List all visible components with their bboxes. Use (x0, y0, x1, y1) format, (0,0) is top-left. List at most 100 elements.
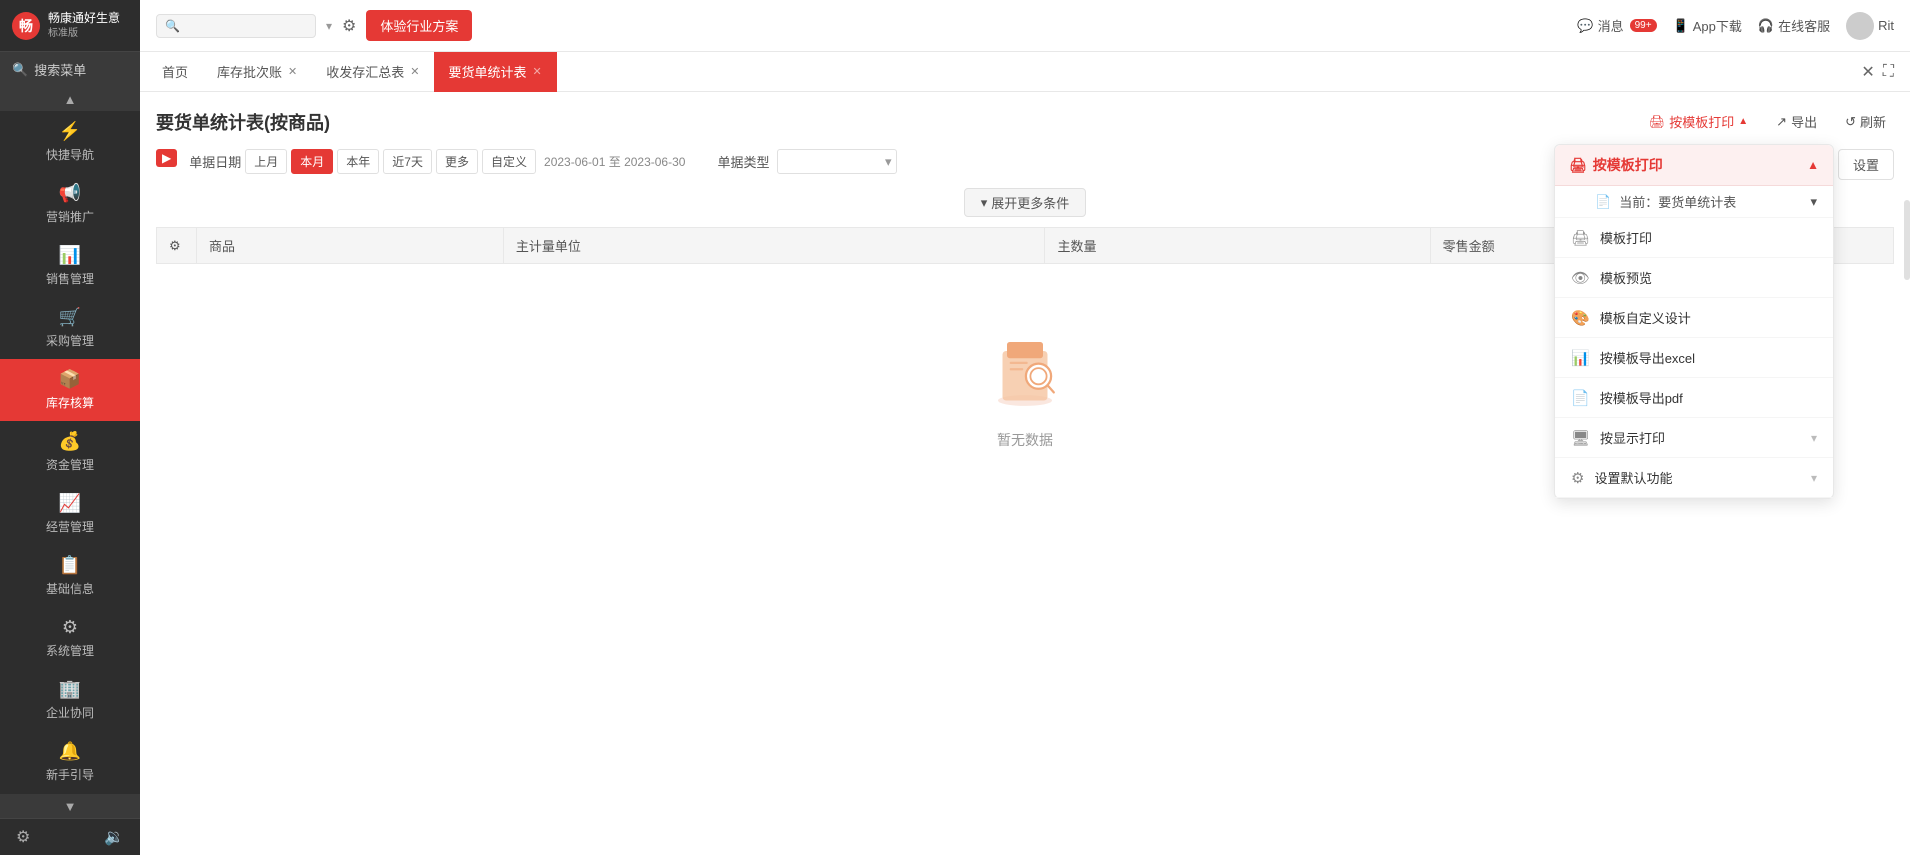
search-dropdown-btn[interactable]: ▾ (326, 19, 332, 33)
sidebar-item-sales[interactable]: 📊 销售管理 (0, 235, 140, 297)
default-icon: ⚙ (1571, 469, 1584, 487)
tab-home[interactable]: 首页 (148, 52, 203, 92)
sidebar-item-label: 资金管理 (46, 456, 94, 473)
print-dropdown-panel: 🖨 按模板打印 ▲ 📄 当前：要货单统计表 ▾ 🖨 (1554, 144, 1834, 499)
display-print-item[interactable]: 🖥 按显示打印 ▾ (1555, 418, 1833, 458)
page-actions: 🖨 按模板打印 ▲ ↗ 导出 ↺ 刷新 (1641, 108, 1894, 135)
col-header-quantity: 主数量 (1045, 228, 1430, 264)
sidebar-item-guide[interactable]: 🔔 新手引导 (0, 731, 140, 793)
sidebar-item-basics[interactable]: 📋 基础信息 (0, 545, 140, 607)
template-print-label: 模板打印 (1600, 228, 1652, 247)
page-title: 要货单统计表(按商品) (156, 109, 330, 135)
sidebar-item-shortcuts[interactable]: ⚡ 快捷导航 (0, 111, 140, 173)
set-default-label: 设置默认功能 (1594, 468, 1672, 487)
date-label: 单据日期 (189, 152, 241, 171)
date-last-7days-btn[interactable]: 近7天 (383, 149, 432, 174)
sidebar-scroll-down[interactable]: ▼ (0, 794, 140, 818)
template-preview-item[interactable]: 👁 模板预览 (1555, 258, 1833, 298)
service-icon: 🎧 (1758, 18, 1774, 34)
tab-receipt-summary[interactable]: 收发存汇总表 ✕ (312, 52, 434, 92)
date-custom-btn[interactable]: 自定义 (482, 149, 536, 174)
operations-icon: 📈 (59, 493, 81, 514)
scrollbar-indicator[interactable] (1904, 200, 1910, 280)
filter-expand-icon[interactable]: ▶ (156, 149, 177, 167)
topbar-right: 💬 消息 99+ 📱 App下载 🎧 在线客服 Rit (1577, 12, 1894, 40)
window-close-btn[interactable]: ✕ (1861, 62, 1874, 82)
search-menu-label: 搜索菜单 (34, 60, 86, 79)
display-print-label: 按显示打印 (1600, 428, 1665, 447)
print-btn[interactable]: 🖨 按模板打印 ▲ (1641, 108, 1756, 135)
sidebar-item-inventory[interactable]: 📦 库存核算 (0, 359, 140, 421)
trial-button[interactable]: 体验行业方案 (366, 10, 472, 41)
print-dropdown-collapse-btn[interactable]: ▲ (1807, 158, 1819, 172)
tab-order-stats[interactable]: 要货单统计表 ✕ (434, 52, 556, 92)
expand-icon: ▾ (981, 195, 988, 211)
notification-icon: 💬 (1577, 18, 1593, 34)
template-pdf-item[interactable]: 📄 按模板导出pdf (1555, 378, 1833, 418)
order-type-label: 单据类型 (717, 152, 769, 171)
caret-icon: ▾ (1810, 194, 1817, 210)
tab-close-btn[interactable]: ✕ (533, 65, 542, 78)
current-template-label: 当前：要货单统计表 (1619, 192, 1736, 211)
caret-icon: ▾ (1811, 431, 1817, 445)
window-expand-btn[interactable]: ⛶ (1883, 63, 1894, 81)
refresh-label: 刷新 (1860, 112, 1886, 131)
settings-button[interactable]: 设置 (1838, 149, 1894, 180)
sidebar-item-label: 销售管理 (46, 270, 94, 287)
download-icon: 📱 (1673, 18, 1689, 34)
expand-more-btn[interactable]: ▾ 展开更多条件 (964, 188, 1087, 217)
notification-btn[interactable]: 💬 消息 99+ (1577, 16, 1656, 35)
current-template-item[interactable]: 📄 当前：要货单统计表 ▾ (1555, 186, 1833, 218)
template-custom-item[interactable]: 🎨 模板自定义设计 (1555, 298, 1833, 338)
sidebar-scroll-up[interactable]: ▲ (0, 87, 140, 111)
refresh-icon: ↺ (1845, 114, 1856, 130)
date-this-year-btn[interactable]: 本年 (337, 149, 379, 174)
refresh-btn[interactable]: ↺ 刷新 (1837, 108, 1894, 135)
sidebar: 畅 畅康通好生意 标准版 🔍 搜索菜单 ▲ ⚡ 快捷导航 📢 营销推广 📊 销售… (0, 0, 140, 855)
main: 🔍 ▾ ⚙ 体验行业方案 💬 消息 99+ 📱 App下载 🎧 在线客服 Rit (140, 0, 1910, 855)
tab-label: 要货单统计表 (448, 62, 526, 81)
print-dropdown-title: 🖨 按模板打印 (1569, 155, 1663, 175)
template-excel-item[interactable]: 📊 按模板导出excel (1555, 338, 1833, 378)
online-service-btn[interactable]: 🎧 在线客服 (1758, 16, 1830, 35)
date-this-month-btn[interactable]: 本月 (291, 149, 333, 174)
sidebar-item-enterprise[interactable]: 🏢 企业协同 (0, 669, 140, 731)
purchase-icon: 🛒 (59, 307, 81, 328)
speaker-icon[interactable]: 🔉 (104, 827, 124, 847)
sidebar-item-finance[interactable]: 💰 资金管理 (0, 421, 140, 483)
sidebar-item-operations[interactable]: 📈 经营管理 (0, 483, 140, 545)
print-title-icon: 🖨 (1569, 157, 1587, 174)
sidebar-item-system[interactable]: ⚙ 系统管理 (0, 607, 140, 669)
tab-batch-accounts[interactable]: 库存批次账 ✕ (203, 52, 312, 92)
guide-icon: 🔔 (59, 741, 81, 762)
topbar-gear-icon[interactable]: ⚙ (342, 16, 356, 36)
sidebar-item-purchase[interactable]: 🛒 采购管理 (0, 297, 140, 359)
sidebar-item-label: 企业协同 (46, 704, 94, 721)
settings-icon[interactable]: ⚙ (16, 827, 30, 847)
template-pdf-label: 按模板导出pdf (1600, 388, 1683, 407)
template-preview-label: 模板预览 (1600, 268, 1652, 287)
export-btn[interactable]: ↗ 导出 (1768, 108, 1825, 135)
export-icon: ↗ (1776, 114, 1787, 130)
shortcuts-icon: ⚡ (59, 121, 81, 142)
template-print-item[interactable]: 🖨 模板打印 (1555, 218, 1833, 258)
sidebar-item-label: 新手引导 (46, 766, 94, 783)
search-menu[interactable]: 🔍 搜索菜单 (0, 52, 140, 87)
tab-close-btn[interactable]: ✕ (410, 65, 419, 78)
finance-icon: 💰 (59, 431, 81, 452)
tab-close-btn[interactable]: ✕ (288, 65, 297, 78)
export-label: 导出 (1791, 112, 1817, 131)
page-container: 要货单统计表(按商品) 🖨 按模板打印 ▲ ↗ 导出 ↺ 刷新 (140, 92, 1910, 855)
excel-icon: 📊 (1571, 349, 1590, 367)
date-more-btn[interactable]: 更多 (436, 149, 478, 174)
inventory-icon: 📦 (59, 369, 81, 390)
app-download-btn[interactable]: 📱 App下载 (1673, 16, 1742, 35)
set-default-item[interactable]: ⚙ 设置默认功能 ▾ (1555, 458, 1833, 498)
order-type-select[interactable] (777, 149, 897, 174)
date-last-month-btn[interactable]: 上月 (245, 149, 287, 174)
sidebar-item-marketing[interactable]: 📢 营销推广 (0, 173, 140, 235)
table-settings-icon[interactable]: ⚙ (169, 238, 181, 253)
user-avatar[interactable]: Rit (1846, 12, 1894, 40)
global-search[interactable]: 🔍 (156, 14, 316, 38)
avatar-image (1846, 12, 1874, 40)
